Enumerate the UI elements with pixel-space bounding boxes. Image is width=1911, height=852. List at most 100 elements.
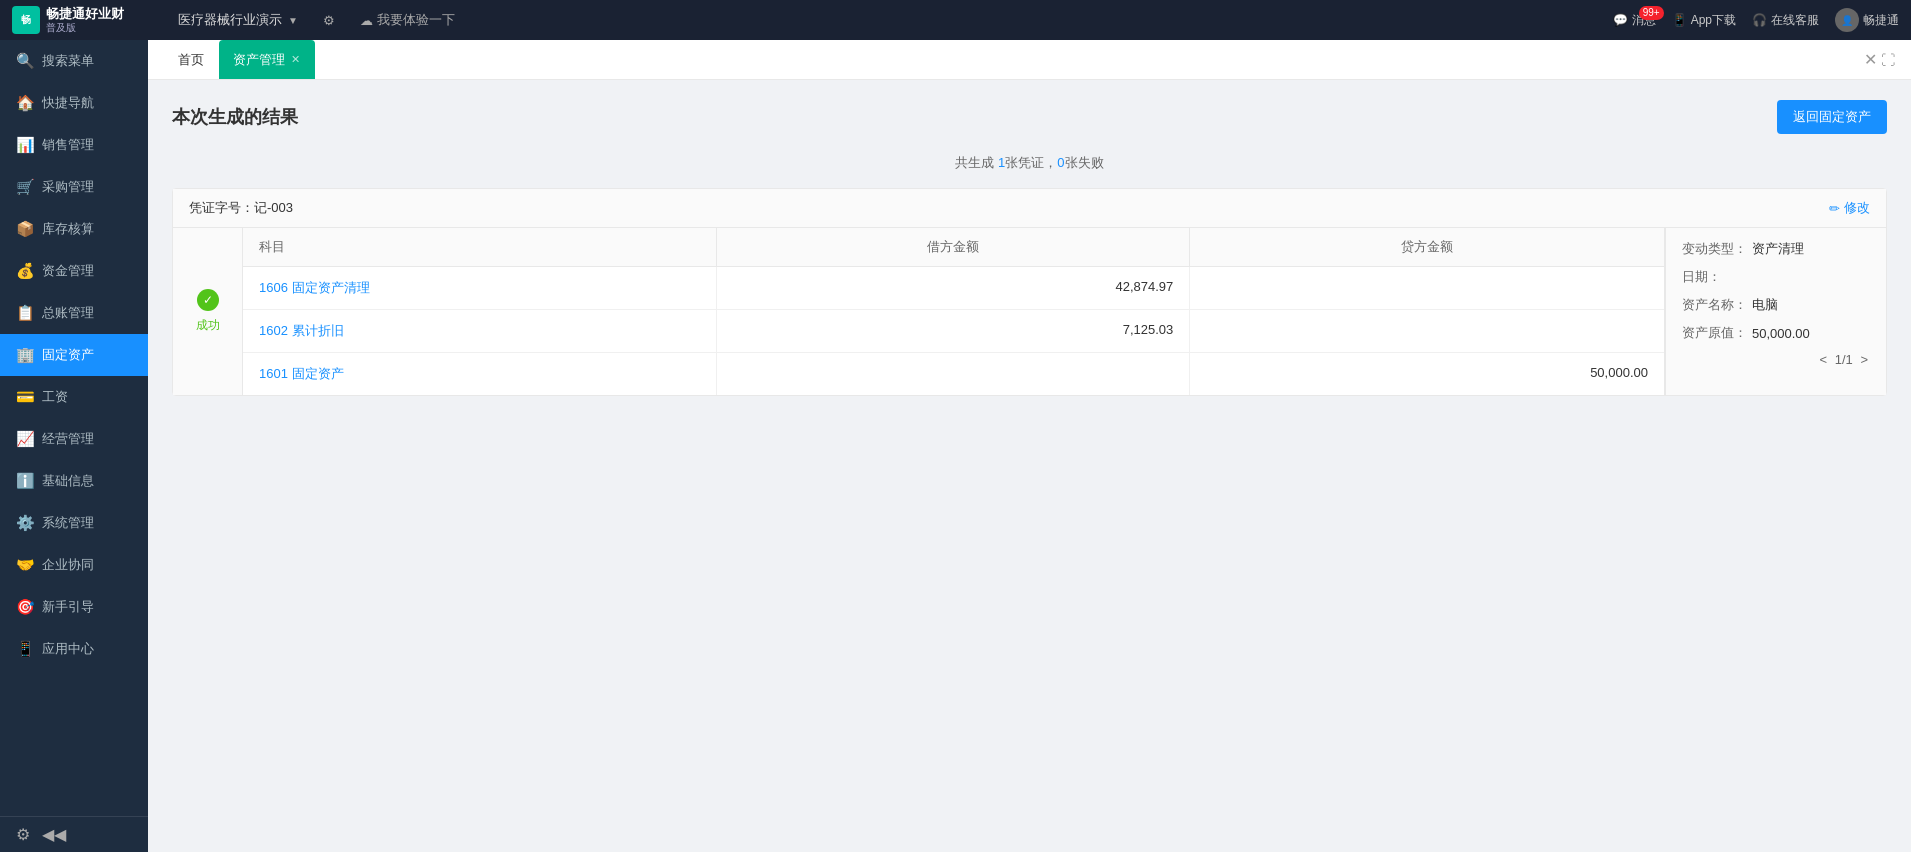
sidebar-icon-fixed-assets: 🏢 (16, 346, 34, 364)
sidebar-item-app-center[interactable]: 📱应用中心 (0, 628, 148, 670)
sidebar-item-sales[interactable]: 📊 销售管理 (0, 124, 148, 166)
cell-subject-2[interactable]: 1601 固定资产 (243, 353, 717, 395)
sidebar-label-payroll: 工资 (42, 388, 68, 406)
experience-button[interactable]: ☁ 我要体验一下 (360, 11, 455, 29)
sidebar-item-guide[interactable]: 🎯新手引导 (0, 586, 148, 628)
company-selector[interactable]: 医疗器械行业演示 ▼ (170, 7, 306, 33)
notifications-button[interactable]: 💬 消息 99+ (1613, 12, 1656, 29)
pagination-prev[interactable]: < (1820, 352, 1828, 367)
asset-name-value: 电脑 (1752, 296, 1778, 314)
cell-credit-0 (1190, 267, 1664, 309)
tab-asset-label: 资产管理 (233, 51, 285, 69)
cell-debit-0: 42,874.97 (717, 267, 1191, 309)
col-credit: 贷方金额 (1190, 228, 1664, 266)
sidebar-item-quick-nav[interactable]: 🏠快捷导航 (0, 82, 148, 124)
experience-label: 我要体验一下 (377, 11, 455, 29)
sidebar-label-system: 系统管理 (42, 514, 94, 532)
edit-label: 修改 (1844, 199, 1870, 217)
sidebar-label-fixed-assets: 固定资产 (42, 346, 94, 364)
pagination-next[interactable]: > (1860, 352, 1868, 367)
sidebar-icon-purchase: 🛒 (16, 178, 34, 196)
tab-bar: 首页 资产管理 ✕ ✕ ⛶ (148, 40, 1911, 80)
tab-home-label: 首页 (178, 51, 204, 69)
asset-name-label: 资产名称： (1682, 296, 1752, 314)
main-layout: 🔍搜索菜单🏠快捷导航 📊 销售管理 🛒 采购管理 📦 库存核算 💰资金管理📋总账管理 🏢 固定资产… (0, 40, 1911, 852)
sidebar-icon-basic-info: ℹ️ (16, 472, 34, 490)
bell-icon: 💬 (1613, 13, 1628, 27)
panel-expand-button[interactable]: ⛶ (1881, 52, 1895, 68)
sidebar-label-inventory: 库存核算 (42, 220, 94, 238)
cell-credit-2: 50,000.00 (1190, 353, 1664, 395)
avatar: 👤 (1835, 8, 1859, 32)
content-area: 首页 资产管理 ✕ ✕ ⛶ 本次生成的结果 返回固定资产 共生成 1张 (148, 40, 1911, 852)
sidebar-item-ledger[interactable]: 📋总账管理 (0, 292, 148, 334)
sidebar-item-system[interactable]: ⚙️ 系统管理 (0, 502, 148, 544)
headset-icon: 🎧 (1752, 13, 1767, 27)
sidebar-label-sales: 销售管理 (42, 136, 94, 154)
top-bar-right: 💬 消息 99+ 📱 App下载 🎧 在线客服 👤 畅捷通 (1613, 8, 1899, 32)
online-service-label: 在线客服 (1771, 12, 1819, 29)
notifications-badge: 99+ (1639, 6, 1664, 20)
sidebar-item-enterprise[interactable]: 🤝企业协同 (0, 544, 148, 586)
sidebar-item-finance[interactable]: 💰资金管理 (0, 250, 148, 292)
side-panel-date: 日期： (1682, 268, 1870, 286)
table-rows: 1606 固定资产清理 42,874.97 1602 累计折旧 7,125.03… (243, 267, 1664, 395)
col-debit: 借方金额 (717, 228, 1191, 266)
sidebar-icon-sales: 📊 (16, 136, 34, 154)
sidebar-item-purchase[interactable]: 🛒 采购管理 (0, 166, 148, 208)
sidebar-item-search[interactable]: 🔍搜索菜单 (0, 40, 148, 82)
check-icon: ✓ (203, 293, 213, 307)
sidebar-label-purchase: 采购管理 (42, 178, 94, 196)
return-button[interactable]: 返回固定资产 (1777, 100, 1887, 134)
tab-asset-management[interactable]: 资产管理 ✕ (219, 40, 315, 79)
page-header: 本次生成的结果 返回固定资产 (172, 100, 1887, 134)
panel-close-button[interactable]: ✕ (1864, 50, 1877, 69)
logo-icon: 畅 (12, 6, 40, 34)
top-bar-center: 医疗器械行业演示 ▼ ⚙ ☁ 我要体验一下 (160, 5, 1613, 35)
sidebar-label-ledger: 总账管理 (42, 304, 94, 322)
sidebar-icon-payroll: 💳 (16, 388, 34, 406)
sidebar-item-basic-info[interactable]: ℹ️基础信息 (0, 460, 148, 502)
tab-home[interactable]: 首页 (164, 40, 219, 79)
gear-icon: ⚙ (323, 13, 335, 28)
cell-subject-1[interactable]: 1602 累计折旧 (243, 310, 717, 352)
tab-close-icon[interactable]: ✕ (291, 53, 300, 66)
sidebar-icon-inventory: 📦 (16, 220, 34, 238)
expand-icon: ⛶ (1881, 52, 1895, 68)
sidebar-settings-icon[interactable]: ⚙ (16, 825, 30, 844)
voucher-header: 凭证字号：记-003 ✏ 修改 (173, 189, 1886, 228)
edit-button[interactable]: ✏ 修改 (1829, 199, 1870, 217)
sidebar-item-inventory[interactable]: 📦 库存核算 (0, 208, 148, 250)
sidebar-label-operations: 经营管理 (42, 430, 94, 448)
sidebar-label-finance: 资金管理 (42, 262, 94, 280)
sidebar-item-operations[interactable]: 📈经营管理 (0, 418, 148, 460)
status-circle: ✓ (197, 289, 219, 311)
result-summary: 共生成 1张凭证，0张失败 (172, 154, 1887, 172)
cloud-icon: ☁ (360, 13, 373, 28)
sidebar-icon-enterprise: 🤝 (16, 556, 34, 574)
user-profile-button[interactable]: 👤 畅捷通 (1835, 8, 1899, 32)
edit-icon: ✏ (1829, 201, 1840, 216)
change-type-label: 变动类型： (1682, 240, 1752, 258)
original-value-label: 资产原值： (1682, 324, 1752, 342)
cell-subject-0[interactable]: 1606 固定资产清理 (243, 267, 717, 309)
app-download-button[interactable]: 📱 App下载 (1672, 12, 1736, 29)
sidebar-icon-system: ⚙️ (16, 514, 34, 532)
page-content: 本次生成的结果 返回固定资产 共生成 1张凭证，0张失败 凭证字号：记-003 … (148, 80, 1911, 852)
app-logo: 畅 畅捷通好业财 普及版 (12, 6, 160, 34)
voucher-body: ✓ 成功 科目 借方金额 贷方金额 1606 固定资产清理 (173, 228, 1886, 395)
settings-button[interactable]: ⚙ (314, 5, 344, 35)
online-service-button[interactable]: 🎧 在线客服 (1752, 12, 1819, 29)
sidebar-collapse-icon[interactable]: ◀◀ (42, 825, 66, 844)
sidebar-item-payroll[interactable]: 💳 工资 (0, 376, 148, 418)
table-row: 1601 固定资产 50,000.00 (243, 353, 1664, 395)
pagination-info: 1/1 (1835, 352, 1857, 367)
sidebar-item-fixed-assets[interactable]: 🏢 固定资产 (0, 334, 148, 376)
table-header: 科目 借方金额 贷方金额 (243, 228, 1664, 267)
cell-debit-2 (717, 353, 1191, 395)
sidebar-icon-app-center: 📱 (16, 640, 34, 658)
status-column: ✓ 成功 (173, 228, 243, 395)
user-name: 畅捷通 (1863, 12, 1899, 29)
chevron-down-icon: ▼ (288, 15, 298, 26)
sidebar-icon-quick-nav: 🏠 (16, 94, 34, 112)
